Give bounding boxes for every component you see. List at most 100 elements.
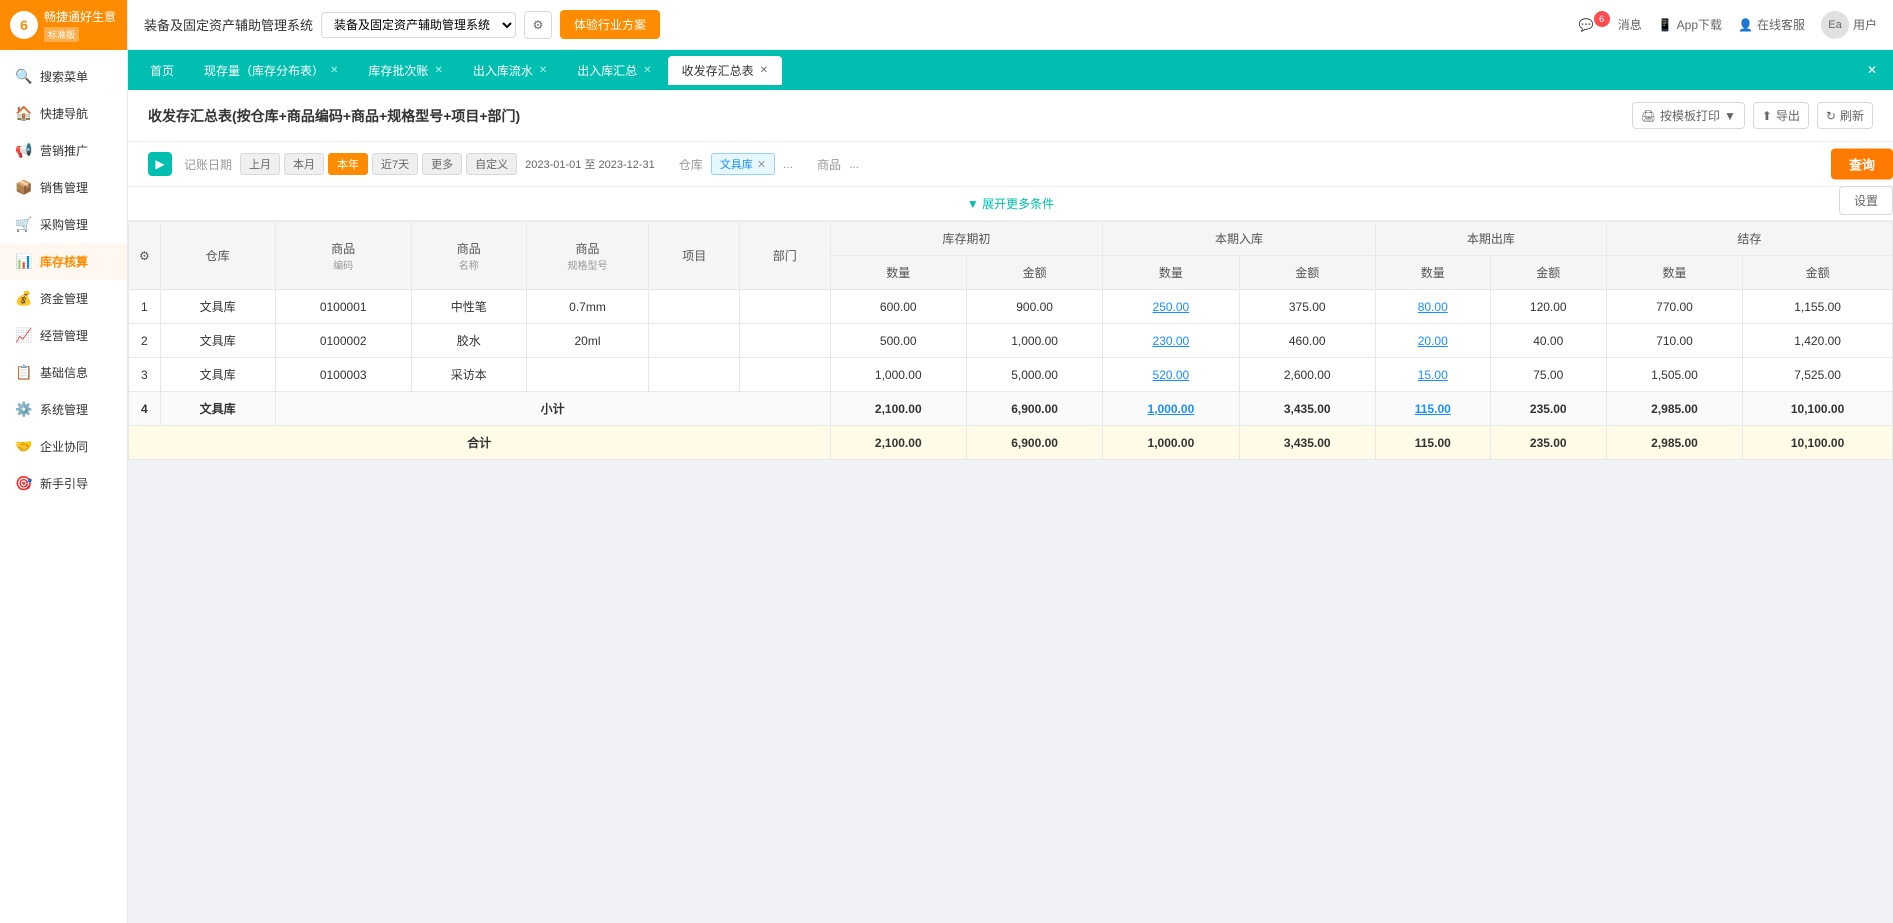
app-download-item[interactable]: 📱 App下载 bbox=[1658, 16, 1722, 33]
warehouse-tag-close[interactable]: ✕ bbox=[757, 158, 766, 171]
footer-opening-qty: 2,100.00 bbox=[830, 426, 966, 460]
sidebar-icon-quick-nav: 🏠 bbox=[16, 106, 32, 122]
th-in-qty: 数量 bbox=[1103, 256, 1239, 290]
sidebar-item-newbie[interactable]: 🎯新手引导 bbox=[0, 465, 127, 502]
sidebar-item-search[interactable]: 🔍 搜索菜单 bbox=[0, 58, 127, 95]
th-closing-qty: 数量 bbox=[1606, 256, 1742, 290]
sidebar-item-basic[interactable]: 📋基础信息 bbox=[0, 354, 127, 391]
cell-close-amt-0: 1,155.00 bbox=[1743, 290, 1893, 324]
sidebar-item-enterprise[interactable]: 🤝企业协同 bbox=[0, 428, 127, 465]
subtotal-in-amt: 3,435.00 bbox=[1239, 392, 1375, 426]
system-selector[interactable]: 装备及固定资产辅助管理系统 bbox=[321, 12, 516, 38]
date-buttons: 上月 本月 本年 近7天 更多 自定义 bbox=[240, 153, 517, 175]
sidebar-label-system: 系统管理 bbox=[40, 401, 88, 418]
tab-inout-sum[interactable]: 出入库汇总 ✕ bbox=[563, 56, 665, 85]
cell-in-qty-2[interactable]: 520.00 bbox=[1103, 358, 1239, 392]
sidebar-item-quick-nav[interactable]: 🏠 快捷导航 bbox=[0, 95, 127, 132]
date-btn-more[interactable]: 更多 bbox=[422, 153, 462, 175]
subtotal-open-amt: 6,900.00 bbox=[966, 392, 1102, 426]
refresh-button[interactable]: ↻ 刷新 bbox=[1817, 102, 1873, 129]
filter-container: ▶ 记账日期 上月 本月 本年 近7天 更多 自定义 2023-01-01 至 … bbox=[128, 142, 1893, 221]
cell-code-0: 0100001 bbox=[275, 290, 411, 324]
print-button[interactable]: 🖨 按模板打印 ▼ bbox=[1632, 102, 1745, 129]
sidebar-item-finance[interactable]: 💰资金管理 bbox=[0, 280, 127, 317]
tab-receive-sum-close[interactable]: ✕ bbox=[760, 65, 768, 76]
warehouse-label: 仓库 bbox=[679, 156, 703, 173]
sidebar-icon-search: 🔍 bbox=[16, 69, 32, 85]
sidebar-item-system[interactable]: ⚙️系统管理 bbox=[0, 391, 127, 428]
query-button[interactable]: 查询 bbox=[1831, 149, 1893, 180]
tab-stock-dist[interactable]: 现存量（库存分布表） ✕ bbox=[190, 56, 352, 85]
filter-toggle-btn[interactable]: ▶ bbox=[148, 152, 172, 176]
tab-inout-sum-close[interactable]: ✕ bbox=[643, 65, 651, 76]
cell-in-amt-1: 460.00 bbox=[1239, 324, 1375, 358]
close-all-tabs[interactable]: ✕ bbox=[1859, 63, 1885, 77]
cell-dept-1 bbox=[740, 324, 831, 358]
sidebar-icon-enterprise: 🤝 bbox=[16, 439, 32, 455]
sidebar-icon-purchase: 🛒 bbox=[16, 217, 32, 233]
tab-inout-flow[interactable]: 出入库流水 ✕ bbox=[459, 56, 561, 85]
sidebar-item-sales[interactable]: 📦销售管理 bbox=[0, 169, 127, 206]
date-btn-this-year[interactable]: 本年 bbox=[328, 153, 368, 175]
table-row: 2 文具库 0100002 胶水 20ml 500.00 1,000.00 23… bbox=[129, 324, 1893, 358]
message-item[interactable]: 💬 6 消息 bbox=[1579, 16, 1642, 33]
footer-out-amt: 235.00 bbox=[1490, 426, 1606, 460]
tab-batch-close[interactable]: ✕ bbox=[434, 65, 442, 76]
message-badge: 6 bbox=[1594, 11, 1610, 27]
logo-area: 6 畅捷通好生意 标准版 bbox=[0, 0, 127, 50]
tab-stock-dist-close[interactable]: ✕ bbox=[330, 65, 338, 76]
settings-button[interactable]: 设置 bbox=[1839, 186, 1893, 215]
sidebar-item-operation[interactable]: 📈经营管理 bbox=[0, 317, 127, 354]
th-in-amt: 金额 bbox=[1239, 256, 1375, 290]
online-service-item[interactable]: 👤 在线客服 bbox=[1738, 16, 1805, 33]
message-icon: 💬 bbox=[1579, 18, 1594, 32]
date-btn-7days[interactable]: 近7天 bbox=[372, 153, 418, 175]
warehouse-more[interactable]: ... bbox=[783, 157, 793, 171]
date-btn-prev-month[interactable]: 上月 bbox=[240, 153, 280, 175]
tab-batch[interactable]: 库存批次账 ✕ bbox=[354, 56, 456, 85]
th-in: 本期入库 bbox=[1103, 222, 1376, 256]
tab-receive-sum[interactable]: 收发存汇总表 ✕ bbox=[668, 56, 782, 85]
goods-more[interactable]: ... bbox=[849, 157, 859, 171]
th-settings[interactable]: ⚙ bbox=[129, 222, 161, 290]
cell-out-qty-1[interactable]: 20.00 bbox=[1375, 324, 1490, 358]
sidebar-label-quick-nav: 快捷导航 bbox=[40, 105, 88, 122]
sidebar-label-purchase: 采购管理 bbox=[40, 216, 88, 233]
trial-button[interactable]: 体验行业方案 bbox=[560, 10, 660, 39]
cell-in-qty-0[interactable]: 250.00 bbox=[1103, 290, 1239, 324]
table-wrap: ⚙ 仓库 商品编码 商品名称 商品规格型号 项目 部门 库存期初 本期入库 本期… bbox=[128, 221, 1893, 460]
warehouse-tag: 文具库 ✕ bbox=[711, 153, 775, 175]
cell-warehouse-2: 文具库 bbox=[160, 358, 275, 392]
tab-inout-flow-close[interactable]: ✕ bbox=[539, 65, 547, 76]
cell-spec-2 bbox=[526, 358, 649, 392]
footer-closing-qty: 2,985.00 bbox=[1606, 426, 1742, 460]
cell-code-2: 0100003 bbox=[275, 358, 411, 392]
expand-bar[interactable]: ▼ 展开更多条件 bbox=[128, 187, 1893, 221]
th-opening-amt: 金额 bbox=[966, 256, 1102, 290]
subtotal-out-amt: 235.00 bbox=[1490, 392, 1606, 426]
cell-open-amt-2: 5,000.00 bbox=[966, 358, 1102, 392]
export-button[interactable]: ⬆ 导出 bbox=[1753, 102, 1809, 129]
user-item[interactable]: Ea 用户 bbox=[1821, 11, 1877, 39]
cell-no-1: 2 bbox=[129, 324, 161, 358]
cell-out-qty-0[interactable]: 80.00 bbox=[1375, 290, 1490, 324]
sidebar-item-inventory[interactable]: 📊库存核算 bbox=[0, 243, 127, 280]
cell-open-qty-0: 600.00 bbox=[830, 290, 966, 324]
cell-close-amt-2: 7,525.00 bbox=[1743, 358, 1893, 392]
date-btn-custom[interactable]: 自定义 bbox=[466, 153, 517, 175]
cell-project-1 bbox=[649, 324, 740, 358]
settings-icon[interactable]: ⚙ bbox=[524, 11, 552, 39]
sidebar-item-purchase[interactable]: 🛒 采购管理 bbox=[0, 206, 127, 243]
sidebar-label-search: 搜索菜单 bbox=[40, 68, 88, 85]
sidebar-item-marketing[interactable]: 📢营销推广 bbox=[0, 132, 127, 169]
query-settings-btns: 查询 bbox=[1831, 149, 1893, 180]
subtotal-in-qty: 1,000.00 bbox=[1103, 392, 1239, 426]
filter-row: ▶ 记账日期 上月 本月 本年 近7天 更多 自定义 2023-01-01 至 … bbox=[128, 142, 1893, 187]
filter-goods-section: 商品 ... bbox=[817, 156, 859, 173]
cell-name-0: 中性笔 bbox=[411, 290, 526, 324]
date-btn-this-month[interactable]: 本月 bbox=[284, 153, 324, 175]
cell-out-qty-2[interactable]: 15.00 bbox=[1375, 358, 1490, 392]
table-subtotal-row: 4 文具库 小计 2,100.00 6,900.00 1,000.00 3,43… bbox=[129, 392, 1893, 426]
tab-home[interactable]: 首页 bbox=[136, 56, 188, 85]
cell-in-qty-1[interactable]: 230.00 bbox=[1103, 324, 1239, 358]
